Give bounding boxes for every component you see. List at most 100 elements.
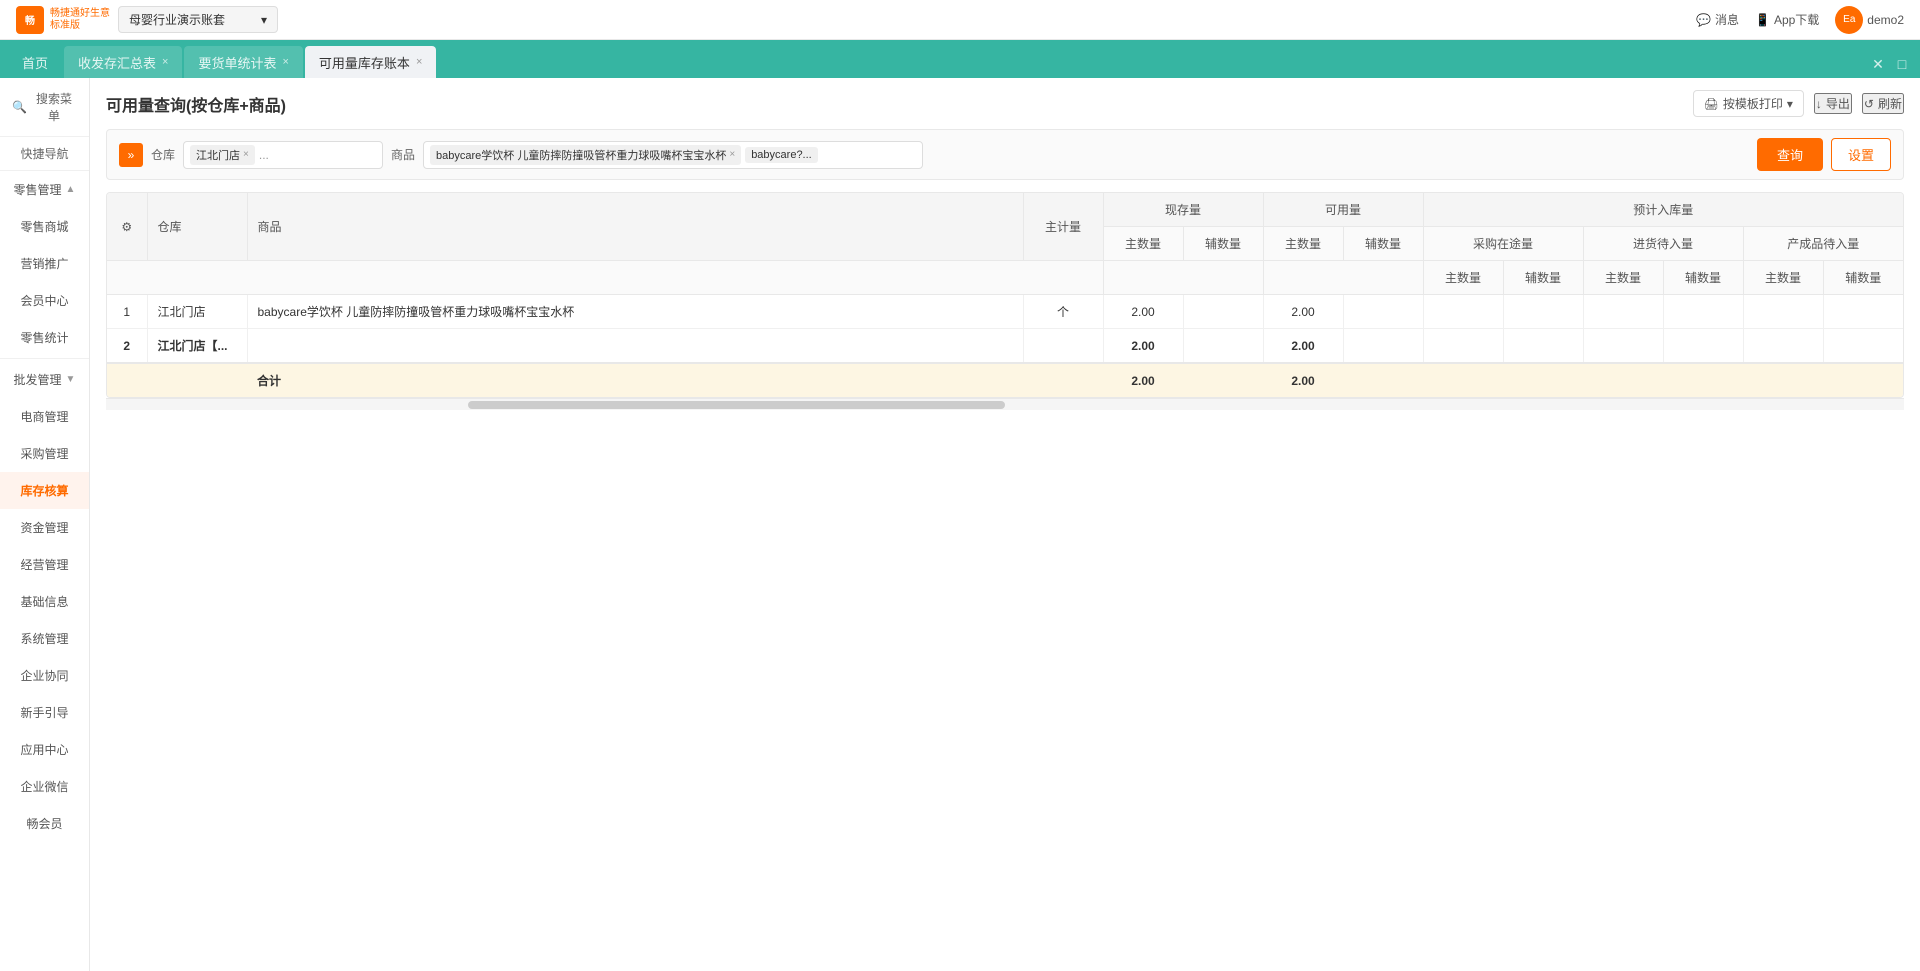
warehouse-tag-jiangbei[interactable]: 江北门店 ×	[190, 145, 255, 165]
row2-purchase-main	[1423, 329, 1503, 364]
quick-nav-label: 快捷导航	[20, 147, 68, 161]
footer-empty1	[107, 363, 147, 397]
sidebar-item-ecommerce[interactable]: 电商管理	[0, 398, 89, 435]
unit-header-label: 主计量	[1045, 220, 1081, 234]
sidebar-item-finance[interactable]: 资金管理	[0, 509, 89, 546]
warehouse-tag-remove-icon[interactable]: ×	[243, 149, 249, 160]
filter-action-btns: 查询 设置	[1757, 138, 1891, 171]
product-tag-babycare2[interactable]: babycare?...	[745, 147, 818, 163]
footer-finished-main	[1743, 363, 1823, 397]
row2-avail-main: 2.00	[1263, 329, 1343, 364]
logo-text: 畅捷通好生意 标准版	[50, 8, 110, 32]
sidebar-item-retail-stats[interactable]: 零售统计	[0, 319, 89, 356]
sidebar-item-app-center[interactable]: 应用中心	[0, 731, 89, 768]
search-menu-label: 搜索菜单	[31, 90, 77, 124]
row1-warehouse: 江北门店	[147, 295, 247, 329]
row1-finished-main	[1743, 295, 1823, 329]
warehouse-filter-tags[interactable]: 江北门店 × ...	[183, 141, 383, 169]
phone-icon: 📱	[1755, 13, 1770, 27]
export-btn[interactable]: ↓ 导出	[1814, 93, 1852, 114]
purchase-main-header: 主数量	[1423, 261, 1503, 295]
sidebar-item-marketing[interactable]: 营销推广	[0, 245, 89, 282]
incoming-main-header: 主数量	[1583, 261, 1663, 295]
sidebar-item-retail-management-label: 零售管理	[14, 181, 62, 198]
avail-sub-qty-header: 辅数量	[1343, 227, 1423, 261]
sidebar-item-member-app[interactable]: 畅会员	[0, 805, 89, 842]
product-tag-remove-icon[interactable]: ×	[729, 149, 735, 160]
nav-tabs: 首页 收发存汇总表 × 要货单统计表 × 可用量库存账本 × ✕ □	[0, 40, 1920, 78]
tab-available-stock[interactable]: 可用量库存账本 ×	[305, 46, 436, 78]
store-selector[interactable]: 母婴行业演示账套 ▾	[118, 6, 278, 33]
template-print-label: 按模板打印	[1723, 95, 1783, 112]
sidebar-item-finance-label: 资金管理	[20, 519, 68, 536]
app-download-label: App下载	[1774, 11, 1819, 28]
sidebar-search[interactable]: 🔍 搜索菜单	[0, 78, 89, 137]
printer-icon: 🖨	[1704, 97, 1719, 111]
settings-icon: ⚙	[121, 220, 132, 234]
current-sub-qty-header: 辅数量	[1183, 227, 1263, 261]
purchase-sub-header: 辅数量	[1503, 261, 1583, 295]
user-area[interactable]: Ea demo2	[1835, 6, 1904, 34]
app-download-action[interactable]: 📱 App下载	[1755, 11, 1819, 28]
sidebar-item-retail-stats-label: 零售统计	[20, 329, 68, 346]
row2-warehouse: 江北门店【...	[147, 329, 247, 364]
sidebar-item-quick-nav[interactable]: 快捷导航	[0, 137, 89, 171]
sidebar-item-retail-mall[interactable]: 零售商城	[0, 208, 89, 245]
tab-home[interactable]: 首页	[8, 46, 62, 78]
filter-expand-btn[interactable]: »	[119, 143, 143, 167]
tab-receivable-summary[interactable]: 收发存汇总表 ×	[64, 46, 182, 78]
available-label: 可用量	[1325, 203, 1361, 217]
sidebar-item-inventory[interactable]: 库存核算	[0, 472, 89, 509]
tab-receivable-close[interactable]: ×	[162, 56, 168, 68]
settings-col-header[interactable]: ⚙	[107, 193, 147, 261]
maximize-btn[interactable]: □	[1892, 54, 1912, 74]
page-actions: 🖨 按模板打印 ▾ ↓ 导出 ↺ 刷新	[1693, 90, 1904, 117]
table-body: 1 江北门店 babycare学饮杯 儿童防摔防撞吸管杯重力球吸嘴杯宝宝水杯 个…	[107, 295, 1903, 364]
search-icon: 🔍	[12, 100, 27, 114]
table-row[interactable]: 2 江北门店【... 2.00 2.00	[107, 329, 1903, 364]
query-btn[interactable]: 查询	[1757, 138, 1823, 171]
top-bar-left: 畅 畅捷通好生意 标准版 母婴行业演示账套 ▾	[16, 6, 278, 34]
sidebar-item-enterprise-wechat[interactable]: 企业微信	[0, 768, 89, 805]
message-action[interactable]: 💬 消息	[1696, 11, 1739, 28]
product-tag-babycare[interactable]: babycare学饮杯 儿童防摔防撞吸管杯重力球吸嘴杯宝宝水杯 ×	[430, 145, 741, 165]
sidebar-item-membership[interactable]: 会员中心	[0, 282, 89, 319]
sidebar-item-operations[interactable]: 经营管理	[0, 546, 89, 583]
sidebar-item-procurement[interactable]: 采购管理	[0, 435, 89, 472]
horizontal-scrollbar[interactable]	[106, 398, 1904, 410]
sidebar-item-marketing-label: 营销推广	[20, 255, 68, 272]
filter-bar: » 仓库 江北门店 × ... 商品 babycare学饮杯 儿童防摔防撞吸管杯…	[106, 129, 1904, 180]
retail-management-arrow-icon: ▲	[66, 184, 76, 195]
tab-available-close[interactable]: ×	[416, 56, 422, 68]
tab-order-stats[interactable]: 要货单统计表 ×	[184, 46, 302, 78]
product-filter-label: 商品	[391, 146, 415, 163]
page-header: 可用量查询(按仓库+商品) 🖨 按模板打印 ▾ ↓ 导出 ↺ 刷新	[106, 90, 1904, 117]
incoming-pending-group-header: 进货待入量	[1583, 227, 1743, 261]
table-header-row-1: ⚙ 仓库 商品 主计量 现存量	[107, 193, 1903, 227]
search-menu-btn[interactable]: 🔍 搜索菜单	[8, 86, 81, 128]
top-bar: 畅 畅捷通好生意 标准版 母婴行业演示账套 ▾ 💬 消息 📱 App下载 Ea …	[0, 0, 1920, 40]
close-all-tabs-btn[interactable]: ✕	[1868, 54, 1888, 74]
tab-order-close[interactable]: ×	[282, 56, 288, 68]
warehouse-dots[interactable]: ...	[259, 148, 269, 162]
available-group-header: 可用量	[1263, 193, 1423, 227]
row1-purchase-sub	[1503, 295, 1583, 329]
expand-icon: »	[128, 148, 135, 162]
row1-avail-sub	[1343, 295, 1423, 329]
table-row[interactable]: 1 江北门店 babycare学饮杯 儿童防摔防撞吸管杯重力球吸嘴杯宝宝水杯 个…	[107, 295, 1903, 329]
product-header-label: 商品	[258, 220, 282, 234]
scroll-thumb[interactable]	[468, 401, 1005, 409]
sidebar-item-enterprise-collab[interactable]: 企业协同	[0, 657, 89, 694]
refresh-btn[interactable]: ↺ 刷新	[1862, 93, 1904, 114]
sidebar-item-wholesale-management[interactable]: 批发管理 ▼	[0, 361, 89, 398]
export-label: 导出	[1826, 95, 1850, 112]
footer-purchase-main	[1423, 363, 1503, 397]
sidebar-item-new-guide[interactable]: 新手引导	[0, 694, 89, 731]
sidebar-item-retail-management[interactable]: 零售管理 ▲	[0, 171, 89, 208]
sidebar-item-system[interactable]: 系统管理	[0, 620, 89, 657]
settings-btn[interactable]: 设置	[1831, 138, 1891, 171]
product-filter-tags[interactable]: babycare学饮杯 儿童防摔防撞吸管杯重力球吸嘴杯宝宝水杯 × babyca…	[423, 141, 923, 169]
row1-current-main: 2.00	[1103, 295, 1183, 329]
template-print-btn[interactable]: 🖨 按模板打印 ▾	[1693, 90, 1804, 117]
sidebar-item-basic-info[interactable]: 基础信息	[0, 583, 89, 620]
